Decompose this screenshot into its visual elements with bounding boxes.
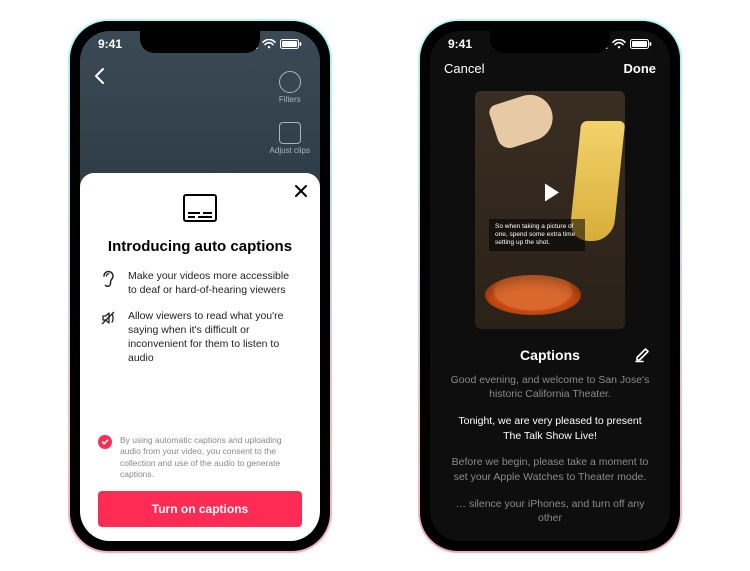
phone-right: 9:41 Cancel Done xyxy=(420,21,680,551)
caption-list[interactable]: Good evening, and welcome to San Jose's … xyxy=(448,373,652,527)
auto-captions-sheet: Introducing auto captions Make your vide… xyxy=(80,173,320,541)
consent-check-icon xyxy=(98,435,112,449)
video-preview[interactable]: So when taking a picture of one, spend s… xyxy=(475,91,625,329)
sheet-bottom: By using automatic captions and uploadin… xyxy=(98,435,302,527)
plate-illustration xyxy=(485,275,581,315)
status-time: 9:41 xyxy=(448,37,472,51)
cancel-button[interactable]: Cancel xyxy=(444,61,484,76)
back-button[interactable] xyxy=(92,67,106,90)
caption-line[interactable]: Good evening, and welcome to San Jose's … xyxy=(448,373,652,402)
bullet-text: Allow viewers to read what you're saying… xyxy=(128,309,300,366)
captions-icon xyxy=(182,193,218,228)
caption-line[interactable]: … silence your iPhones, and turn off any… xyxy=(448,497,652,526)
edit-captions-button[interactable] xyxy=(634,345,652,368)
filters-icon xyxy=(279,71,301,93)
captions-header: Captions xyxy=(448,341,652,373)
play-button[interactable] xyxy=(536,179,564,212)
adjust-icon xyxy=(279,122,301,144)
turn-on-captions-button[interactable]: Turn on captions xyxy=(98,491,302,527)
captions-section: Captions Good evening, and welcome to Sa… xyxy=(430,341,670,541)
battery-icon xyxy=(280,39,302,49)
close-button[interactable] xyxy=(294,183,308,201)
wifi-icon xyxy=(612,39,626,49)
screen-right: 9:41 Cancel Done xyxy=(430,31,670,541)
done-button[interactable]: Done xyxy=(624,61,657,76)
consent-text: By using automatic captions and uploadin… xyxy=(120,435,302,481)
bullet-accessibility: Make your videos more accessible to deaf… xyxy=(100,269,300,297)
filters-label: Filters xyxy=(279,95,301,104)
sheet-bullets: Make your videos more accessible to deaf… xyxy=(98,269,302,366)
ear-icon xyxy=(100,270,118,293)
status-time: 9:41 xyxy=(98,37,122,51)
captions-title: Captions xyxy=(520,347,580,363)
side-action-adjust[interactable]: Adjust clips xyxy=(270,122,310,155)
bullet-text: Make your videos more accessible to deaf… xyxy=(128,269,300,297)
screen-left: 9:41 Filters xyxy=(80,31,320,541)
caption-line[interactable]: Before we begin, please take a moment to… xyxy=(448,455,652,484)
phone-left: 9:41 Filters xyxy=(70,21,330,551)
notch xyxy=(490,31,610,53)
side-action-filters[interactable]: Filters xyxy=(270,71,310,104)
consent-row[interactable]: By using automatic captions and uploadin… xyxy=(98,435,302,481)
editor-top-nav: Cancel Done xyxy=(430,61,670,76)
battery-icon xyxy=(630,39,652,49)
notch xyxy=(140,31,260,53)
sheet-title: Introducing auto captions xyxy=(98,238,302,255)
caption-line-active[interactable]: Tonight, we are very pleased to present … xyxy=(448,414,652,443)
wifi-icon xyxy=(262,39,276,49)
speaker-off-icon xyxy=(100,310,118,331)
bullet-audio-off: Allow viewers to read what you're saying… xyxy=(100,309,300,366)
adjust-label: Adjust clips xyxy=(270,146,310,155)
burned-in-caption: So when taking a picture of one, spend s… xyxy=(489,219,585,251)
